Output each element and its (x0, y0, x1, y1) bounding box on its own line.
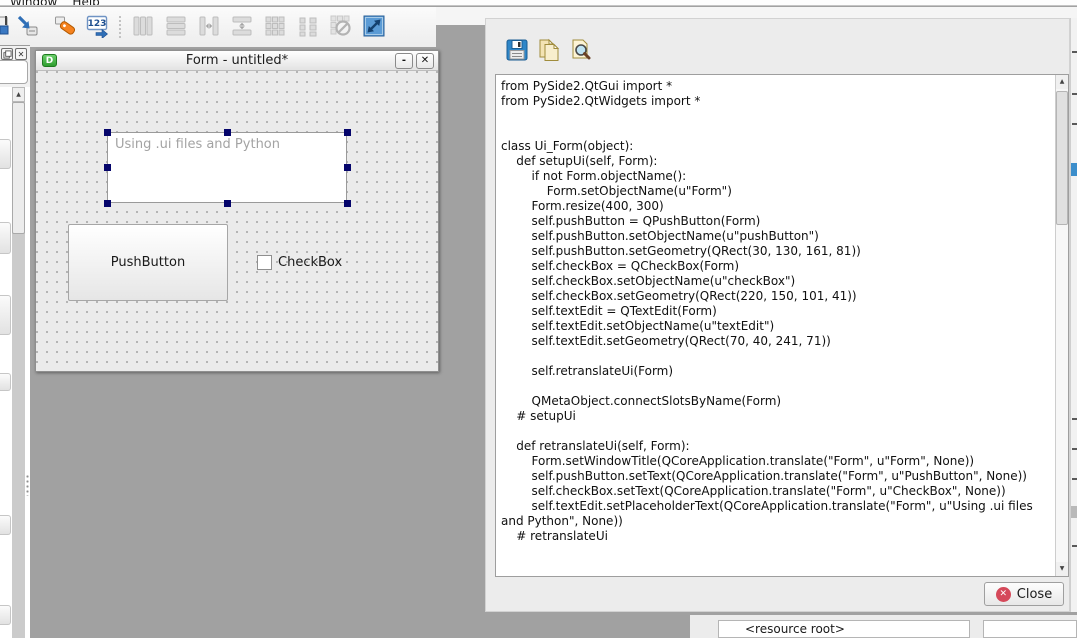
adjust-size-button[interactable] (361, 13, 387, 39)
edit-widgets-icon (0, 14, 11, 38)
close-button-label: Close (1017, 587, 1052, 602)
widget-box-panel: ✕ ▲ (0, 45, 30, 638)
selection-handle-bottom-mid[interactable] (224, 200, 231, 207)
form-close-button[interactable]: ✕ (416, 53, 434, 69)
tree-item-fragment[interactable] (1072, 545, 1077, 547)
layout-horizontal-splitter-icon (197, 14, 221, 38)
find-icon (569, 38, 593, 62)
lay-out-vertically-in-splitter-button[interactable] (229, 13, 255, 39)
edit-signals-slots-button[interactable] (14, 13, 40, 39)
layout-grid-icon (263, 14, 287, 38)
resource-browser-panel: <resource root> (690, 615, 1077, 638)
menu-window[interactable]: Window (10, 0, 57, 6)
svg-text:123: 123 (88, 19, 107, 29)
lay-out-in-grid-button[interactable] (262, 13, 288, 39)
dock-float-button[interactable] (1, 48, 13, 60)
widget-box-category[interactable] (0, 139, 11, 169)
textedit-widget[interactable]: Using .ui files and Python (107, 132, 347, 203)
lay-out-vertically-button[interactable] (163, 13, 189, 39)
widget-box-scroll-thumb[interactable] (12, 102, 25, 234)
selection-handle-top-left[interactable] (104, 129, 111, 136)
lay-out-in-form-layout-button[interactable] (295, 13, 321, 39)
edit-tab-order-icon: 123 (85, 14, 109, 38)
widget-filter-input[interactable] (0, 60, 28, 84)
scroll-down-icon[interactable]: ▼ (1056, 562, 1068, 576)
tree-item-fragment[interactable] (1072, 93, 1077, 95)
pushbutton-widget[interactable]: PushButton (68, 224, 228, 301)
tree-item-fragment[interactable] (1072, 51, 1077, 53)
tree-item-fragment[interactable] (1072, 418, 1077, 420)
find-button[interactable] (569, 38, 595, 64)
main-toolbar: 123 (0, 7, 436, 47)
layout-horizontal-icon (131, 14, 155, 38)
selection-handle-mid-left[interactable] (104, 164, 111, 171)
widget-box-category[interactable] (0, 605, 11, 625)
edit-buddies-button[interactable] (52, 13, 78, 39)
resource-root-label: <resource root> (745, 622, 845, 636)
generated-code-text[interactable]: from PySide2.QtGui import * from PySide2… (501, 79, 1050, 574)
form-designer-window: D Form - untitled* - ✕ Using .ui files a… (35, 50, 439, 372)
lay-out-horizontally-in-splitter-button[interactable] (196, 13, 222, 39)
close-x-icon: ✕ (996, 587, 1011, 602)
selection-handle-top-right[interactable] (344, 129, 351, 136)
resource-tree[interactable]: <resource root> (718, 620, 970, 638)
tree-item-selected[interactable] (1071, 163, 1077, 176)
edit-buddies-icon (53, 14, 77, 38)
form-window-title: Form - untitled* (36, 53, 438, 68)
resource-preview[interactable] (983, 620, 1077, 638)
tree-item-fragment[interactable] (1071, 506, 1077, 518)
tree-item-fragment[interactable] (1072, 448, 1077, 450)
checkbox-widget-box[interactable] (257, 255, 272, 270)
menu-bar: Window Help (0, 0, 1077, 6)
right-dock-sliver (1070, 18, 1077, 612)
edit-tab-order-button[interactable]: 123 (84, 13, 110, 39)
close-button[interactable]: ✕ Close (984, 582, 1064, 606)
tree-item-fragment[interactable] (1072, 123, 1077, 125)
break-layout-button[interactable] (328, 13, 354, 39)
widget-box-category[interactable] (0, 515, 11, 535)
save-button[interactable] (505, 38, 531, 64)
selection-handle-bottom-right[interactable] (344, 200, 351, 207)
form-canvas[interactable]: Using .ui files and Python PushButton Ch… (36, 71, 438, 371)
code-editor[interactable]: from PySide2.QtGui import * from PySide2… (495, 74, 1069, 577)
toolbar-separator (119, 16, 121, 38)
code-preview-dialog: from PySide2.QtGui import * from PySide2… (485, 18, 1070, 612)
widget-box-category[interactable] (0, 222, 11, 254)
layout-vertical-splitter-icon (230, 14, 254, 38)
widget-box-scrollbar[interactable]: ▲ (12, 87, 25, 638)
checkbox-widget-label[interactable]: CheckBox (278, 255, 342, 270)
edit-widgets-button[interactable] (0, 13, 12, 39)
code-scroll-thumb[interactable] (1056, 91, 1068, 225)
widget-box-category[interactable] (0, 295, 11, 335)
scroll-up-icon[interactable]: ▲ (1056, 75, 1068, 89)
layout-form-icon (296, 14, 320, 38)
dock-close-button[interactable]: ✕ (15, 48, 27, 60)
code-scrollbar[interactable]: ▲ ▼ (1055, 75, 1068, 576)
edit-signals-slots-icon (15, 14, 39, 38)
float-icon (3, 50, 12, 59)
selection-handle-bottom-left[interactable] (104, 200, 111, 207)
break-layout-icon (329, 14, 353, 38)
form-minimize-button[interactable]: - (395, 53, 413, 69)
scroll-up-icon[interactable]: ▲ (12, 87, 25, 102)
copy-button[interactable] (537, 38, 563, 64)
widget-box-list: ▲ (0, 87, 30, 638)
layout-vertical-icon (164, 14, 188, 38)
copy-icon (537, 38, 561, 62)
splitter-handle[interactable] (26, 474, 29, 496)
widget-box-category[interactable] (0, 373, 11, 391)
adjust-size-icon (362, 14, 386, 38)
qt-designer-screen: Window Help (0, 0, 1077, 638)
form-window-titlebar[interactable]: D Form - untitled* - ✕ (36, 51, 438, 71)
lay-out-horizontally-button[interactable] (130, 13, 156, 39)
selection-handle-top-mid[interactable] (224, 129, 231, 136)
selection-handle-mid-right[interactable] (344, 164, 351, 171)
tree-item-fragment[interactable] (1072, 478, 1077, 480)
menu-help[interactable]: Help (72, 0, 99, 6)
save-icon (505, 38, 529, 62)
